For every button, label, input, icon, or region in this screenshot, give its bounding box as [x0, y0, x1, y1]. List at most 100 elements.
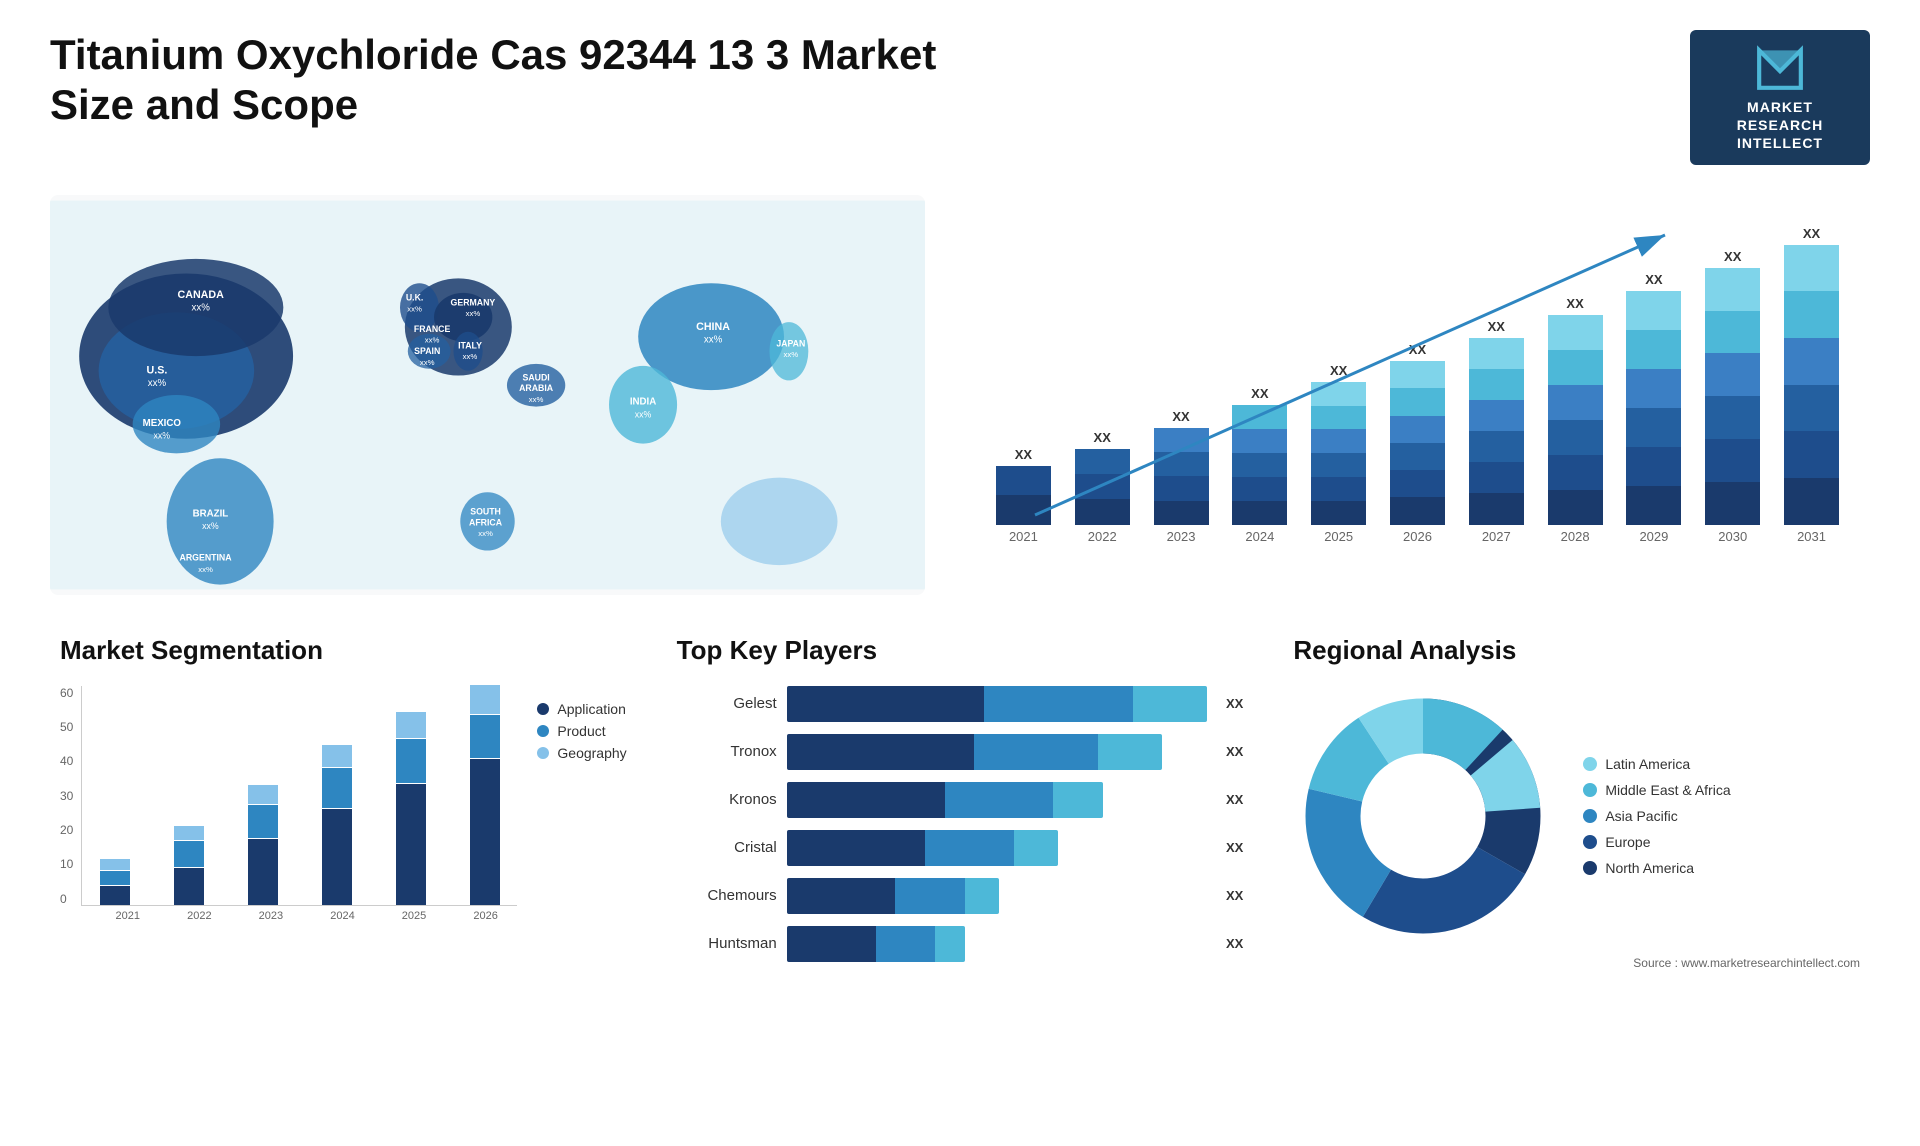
asia-pacific-dot — [1583, 809, 1597, 823]
svg-text:ITALY: ITALY — [458, 340, 482, 350]
bar-seg — [1390, 470, 1445, 497]
player-bar — [787, 734, 1163, 770]
bar-seg — [1154, 476, 1209, 500]
bar-seg — [1705, 353, 1760, 396]
player-bar-seg — [984, 686, 1132, 722]
legend-north-america: North America — [1583, 860, 1730, 876]
player-bar-seg — [787, 782, 945, 818]
svg-text:xx%: xx% — [425, 335, 440, 344]
bar-seg — [1232, 405, 1287, 429]
bar-seg — [1705, 268, 1760, 311]
bar-seg — [1469, 493, 1524, 524]
player-bar-container — [787, 734, 1208, 770]
segmentation-content: 60 50 40 30 20 10 0 20212022202320242025… — [60, 686, 627, 922]
player-bar-seg — [876, 926, 935, 962]
bar-seg — [1232, 477, 1287, 501]
bar-seg — [1705, 311, 1760, 354]
bar-seg — [1784, 245, 1839, 292]
legend-latin-america: Latin America — [1583, 756, 1730, 772]
svg-text:xx%: xx% — [783, 350, 798, 359]
svg-text:U.K.: U.K. — [406, 292, 424, 302]
bar-group-2021: XX — [985, 447, 1062, 524]
player-bar-seg — [945, 782, 1054, 818]
svg-text:xx%: xx% — [198, 565, 213, 574]
player-bar — [787, 782, 1103, 818]
seg-x-2025: 2025 — [382, 910, 446, 922]
svg-text:xx%: xx% — [420, 357, 435, 366]
world-map-svg: CANADA xx% U.S. xx% MEXICO xx% BRAZIL xx… — [50, 195, 925, 595]
bar-stack-2025 — [1311, 382, 1366, 525]
svg-text:xx%: xx% — [154, 430, 171, 440]
bar-x-label-2029: 2029 — [1616, 529, 1693, 544]
bar-seg — [1784, 338, 1839, 385]
bar-xx-2026: XX — [1409, 342, 1426, 357]
svg-text:xx%: xx% — [529, 394, 544, 403]
player-bar-seg — [965, 878, 1000, 914]
north-america-label: North America — [1605, 860, 1694, 876]
bar-seg — [1548, 490, 1603, 525]
bar-seg — [1784, 478, 1839, 525]
svg-text:ARABIA: ARABIA — [519, 383, 554, 393]
bar-chart-x-labels: 2021202220232024202520262027202820292030… — [975, 529, 1850, 544]
seg-app — [248, 839, 278, 905]
svg-text:xx%: xx% — [704, 334, 723, 345]
source-text: Source : www.marketresearchintellect.com — [1293, 956, 1860, 970]
bar-seg — [1626, 447, 1681, 486]
seg-legend-geography: Geography — [537, 745, 626, 761]
regional-title: Regional Analysis — [1293, 635, 1860, 666]
seg-legend-product: Product — [537, 723, 626, 739]
bar-group-2022: XX — [1064, 430, 1141, 525]
seg-geo — [100, 859, 130, 870]
bar-chart-wrapper: XXXXXXXXXXXXXXXXXXXXXX 20212022202320242… — [975, 205, 1850, 565]
bar-group-2030: XX — [1694, 249, 1771, 525]
page-container: Titanium Oxychloride Cas 92344 13 3 Mark… — [0, 0, 1920, 1146]
player-bar — [787, 926, 965, 962]
logo-icon — [1755, 42, 1805, 92]
players-title: Top Key Players — [677, 635, 1244, 666]
bar-seg — [1311, 406, 1366, 430]
europe-label: Europe — [1605, 834, 1650, 850]
bar-group-2027: XX — [1458, 319, 1535, 525]
svg-text:SPAIN: SPAIN — [414, 346, 440, 356]
player-bar-container — [787, 926, 1208, 962]
bar-xx-2029: XX — [1645, 272, 1662, 287]
svg-text:xx%: xx% — [635, 409, 652, 419]
bar-xx-2031: XX — [1803, 226, 1820, 241]
player-name-huntsman: Huntsman — [677, 935, 777, 952]
bar-seg — [1390, 416, 1445, 443]
bar-seg — [1626, 369, 1681, 408]
bar-group-2031: XX — [1773, 226, 1850, 525]
player-row-huntsman: HuntsmanXX — [677, 926, 1244, 962]
seg-x-2023: 2023 — [239, 910, 303, 922]
bar-x-label-2025: 2025 — [1300, 529, 1377, 544]
bar-seg — [1154, 428, 1209, 452]
bar-xx-2027: XX — [1488, 319, 1505, 334]
bar-xx-2025: XX — [1330, 363, 1347, 378]
svg-text:CANADA: CANADA — [178, 288, 225, 300]
players-list: GelestXXTronoxXXKronosXXCristalXXChemour… — [677, 686, 1244, 962]
seg-legend-application: Application — [537, 701, 626, 717]
players-section: Top Key Players GelestXXTronoxXXKronosXX… — [667, 625, 1254, 1005]
bar-group-2024: XX — [1221, 386, 1298, 525]
segmentation-title: Market Segmentation — [60, 635, 627, 666]
player-xx-tronox: XX — [1226, 744, 1243, 759]
bar-stack-2024 — [1232, 405, 1287, 525]
bar-seg — [1548, 350, 1603, 385]
seg-prod — [174, 841, 204, 867]
middle-east-africa-dot — [1583, 783, 1597, 797]
player-bar-container — [787, 878, 1208, 914]
player-xx-chemours: XX — [1226, 888, 1243, 903]
top-row: CANADA xx% U.S. xx% MEXICO xx% BRAZIL xx… — [50, 195, 1870, 595]
seg-chart-inner: 60 50 40 30 20 10 0 — [60, 686, 517, 906]
product-dot — [537, 725, 549, 737]
bar-seg — [1075, 474, 1130, 499]
latin-america-dot — [1583, 757, 1597, 771]
svg-text:ARGENTINA: ARGENTINA — [180, 552, 233, 562]
player-bar-seg — [974, 734, 1098, 770]
bar-seg — [1075, 499, 1130, 524]
bar-seg — [1548, 455, 1603, 490]
bar-seg — [1469, 369, 1524, 400]
donut-chart — [1293, 686, 1553, 946]
player-bar-seg — [1053, 782, 1102, 818]
map-section: CANADA xx% U.S. xx% MEXICO xx% BRAZIL xx… — [50, 195, 925, 595]
